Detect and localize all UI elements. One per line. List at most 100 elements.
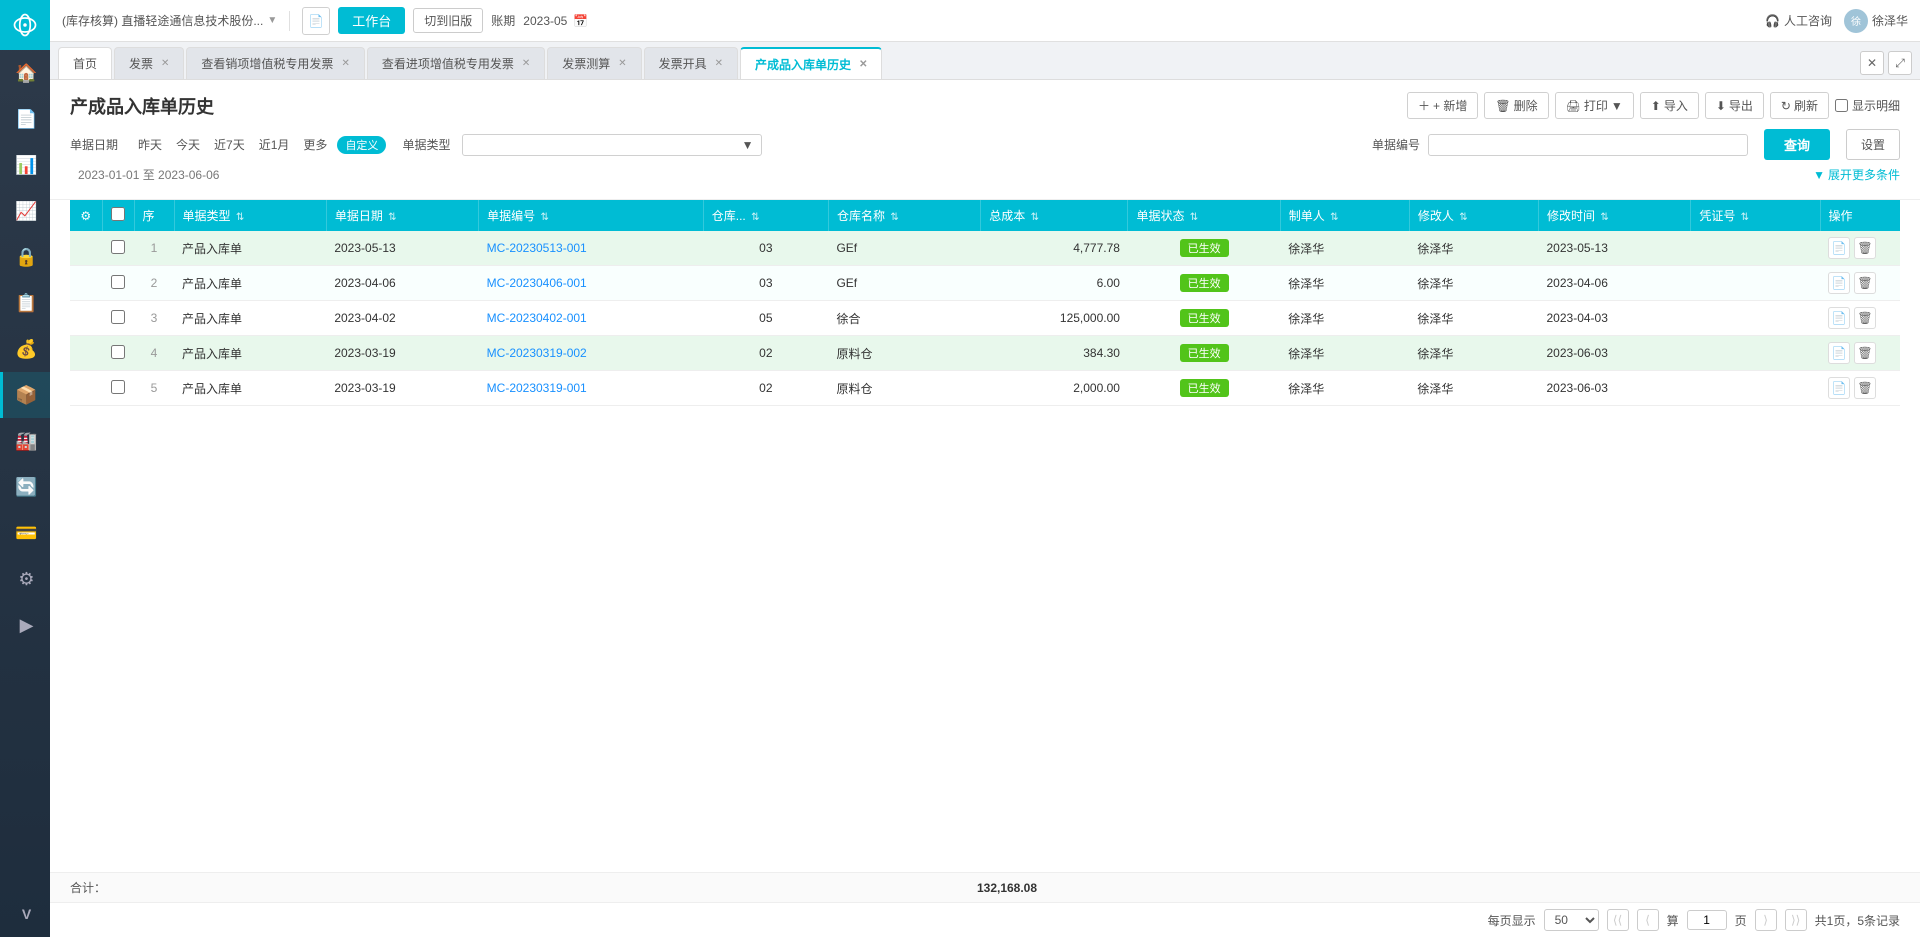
tab-calc[interactable]: 发票测算 ✕ — [547, 47, 641, 79]
tab-issue[interactable]: 发票开具 ✕ — [644, 47, 738, 79]
action-delete-0[interactable]: 🗑 — [1854, 237, 1876, 259]
tab-purchase-invoice-close[interactable]: ✕ — [522, 58, 530, 69]
delete-button[interactable]: 🗑 删除 — [1484, 92, 1548, 119]
topbar-doc-icon[interactable]: 📄 — [302, 7, 330, 35]
tab-issue-close[interactable]: ✕ — [715, 58, 723, 69]
set-button[interactable]: 设置 — [1846, 129, 1900, 160]
tab-expand-btn[interactable]: ⤢ — [1888, 51, 1912, 75]
page-size-select[interactable]: 20 50 100 — [1544, 909, 1599, 931]
refresh-button[interactable]: ↻ 刷新 — [1770, 92, 1829, 119]
th-warehouse-code[interactable]: 仓库... ⇅ — [703, 200, 828, 231]
print-button[interactable]: 🖨 打印 ▼ — [1555, 92, 1634, 119]
sidebar-item-docs[interactable]: 📄 — [0, 96, 50, 142]
page-last-btn[interactable]: ⟩⟩ — [1785, 909, 1807, 931]
action-edit-2[interactable]: 📄 — [1828, 307, 1850, 329]
import-button[interactable]: ⬆ 导入 — [1640, 92, 1699, 119]
date-opt-yesterday[interactable]: 昨天 — [134, 135, 166, 154]
workstation-button[interactable]: 工作台 — [338, 7, 405, 34]
th-type[interactable]: 单据类型 ⇅ — [174, 200, 326, 231]
action-edit-4[interactable]: 📄 — [1828, 377, 1850, 399]
row-check-2[interactable] — [111, 310, 125, 324]
th-warehouse-name[interactable]: 仓库名称 ⇅ — [828, 200, 980, 231]
sidebar-item-production[interactable]: 🏭 — [0, 418, 50, 464]
sidebar-item-lock[interactable]: 🔒 — [0, 234, 50, 280]
action-delete-1[interactable]: 🗑 — [1854, 272, 1876, 294]
row-check-0[interactable] — [111, 240, 125, 254]
tab-close-all-btn[interactable]: ✕ — [1860, 51, 1884, 75]
tab-product-history-close[interactable]: ✕ — [859, 59, 867, 70]
tab-calc-close[interactable]: ✕ — [618, 58, 626, 69]
th-date[interactable]: 单据日期 ⇅ — [326, 200, 478, 231]
tab-invoice-close[interactable]: ✕ — [161, 58, 169, 69]
th-status[interactable]: 单据状态 ⇅ — [1128, 200, 1280, 231]
sidebar-item-report[interactable]: 📊 — [0, 142, 50, 188]
doc-link-2[interactable]: MC-20230402-001 — [487, 311, 587, 325]
action-delete-4[interactable]: 🗑 — [1854, 377, 1876, 399]
page-next-btn[interactable]: ⟩ — [1755, 909, 1777, 931]
row-check-4[interactable] — [111, 380, 125, 394]
th-code[interactable]: 单据编号 ⇅ — [479, 200, 704, 231]
service-button[interactable]: 🎧 人工咨询 — [1765, 12, 1832, 29]
sidebar-item-finance[interactable]: 💰 — [0, 326, 50, 372]
th-creator[interactable]: 制单人 ⇅ — [1280, 200, 1409, 231]
sidebar-item-asset[interactable]: 💳 — [0, 510, 50, 556]
tab-home[interactable]: 首页 — [58, 47, 112, 79]
tab-product-history-label: 产成品入库单历史 — [755, 56, 851, 73]
th-modify-time[interactable]: 修改时间 ⇅ — [1539, 200, 1691, 231]
tab-purchase-invoice[interactable]: 查看进项增值税专用发票 ✕ — [367, 47, 545, 79]
page-title: 产成品入库单历史 — [70, 93, 214, 119]
tab-sales-invoice[interactable]: 查看销项增值税专用发票 ✕ — [186, 47, 364, 79]
query-button[interactable]: 查询 — [1764, 129, 1830, 160]
export-button[interactable]: ⬇ 导出 — [1705, 92, 1764, 119]
user-menu[interactable]: 徐 徐泽华 — [1844, 9, 1908, 33]
sidebar-item-home[interactable]: 🏠 — [0, 50, 50, 96]
th-settings[interactable]: ⚙ — [70, 200, 102, 231]
sidebar-item-inventory[interactable]: 📦 — [0, 372, 50, 418]
sidebar-item-analysis[interactable]: 📈 — [0, 188, 50, 234]
cell-mtime-2: 2023-04-03 — [1539, 301, 1691, 336]
action-edit-1[interactable]: 📄 — [1828, 272, 1850, 294]
row-check-3[interactable] — [111, 345, 125, 359]
code-input[interactable] — [1428, 134, 1748, 156]
date-opt-more[interactable]: 更多 — [299, 135, 331, 154]
sidebar-item-play[interactable]: ▶ — [0, 602, 50, 648]
page-first-btn[interactable]: ⟨⟨ — [1607, 909, 1629, 931]
sidebar-item-more[interactable]: V — [0, 891, 50, 937]
calendar-icon[interactable]: 📅 — [573, 14, 588, 28]
action-edit-0[interactable]: 📄 — [1828, 237, 1850, 259]
doc-link-4[interactable]: MC-20230319-001 — [487, 381, 587, 395]
expand-filter-btn[interactable]: ▼ 展开更多条件 — [1813, 166, 1900, 183]
th-check[interactable] — [102, 200, 134, 231]
date-opt-custom[interactable]: 自定义 — [337, 136, 386, 154]
date-opt-today[interactable]: 今天 — [172, 135, 204, 154]
sort-voucher-icon: ⇅ — [1741, 212, 1749, 223]
sort-code-icon: ⇅ — [541, 212, 549, 223]
doc-link-1[interactable]: MC-20230406-001 — [487, 276, 587, 290]
switch-button[interactable]: 切到旧版 — [413, 8, 483, 33]
doc-link-3[interactable]: MC-20230319-002 — [487, 346, 587, 360]
th-voucher[interactable]: 凭证号 ⇅ — [1691, 200, 1820, 231]
sidebar-item-settings[interactable]: ⚙ — [0, 556, 50, 602]
th-total-cost[interactable]: 总成本 ⇅ — [981, 200, 1128, 231]
type-select[interactable]: ▼ — [462, 134, 762, 156]
company-selector[interactable]: (库存核算) 直播轻途通信息技术股份... ▼ — [62, 12, 277, 29]
action-delete-3[interactable]: 🗑 — [1854, 342, 1876, 364]
sidebar-item-voucher[interactable]: 📋 — [0, 280, 50, 326]
row-check-1[interactable] — [111, 275, 125, 289]
new-button[interactable]: ＋ + 新增 — [1407, 92, 1478, 119]
page-input[interactable] — [1687, 910, 1727, 930]
cell-modifier-2: 徐泽华 — [1409, 301, 1538, 336]
th-modifier[interactable]: 修改人 ⇅ — [1409, 200, 1538, 231]
display-toggle-checkbox[interactable] — [1835, 99, 1848, 112]
tab-product-history[interactable]: 产成品入库单历史 ✕ — [740, 47, 882, 79]
date-opt-7days[interactable]: 近7天 — [210, 135, 249, 154]
page-prev-btn[interactable]: ⟨ — [1637, 909, 1659, 931]
date-opt-1month[interactable]: 近1月 — [255, 135, 294, 154]
tab-sales-invoice-close[interactable]: ✕ — [341, 58, 349, 69]
doc-link-0[interactable]: MC-20230513-001 — [487, 241, 587, 255]
action-edit-3[interactable]: 📄 — [1828, 342, 1850, 364]
tab-invoice[interactable]: 发票 ✕ — [114, 47, 184, 79]
sidebar-item-transfer[interactable]: 🔄 — [0, 464, 50, 510]
action-delete-2[interactable]: 🗑 — [1854, 307, 1876, 329]
check-all[interactable] — [111, 207, 125, 221]
